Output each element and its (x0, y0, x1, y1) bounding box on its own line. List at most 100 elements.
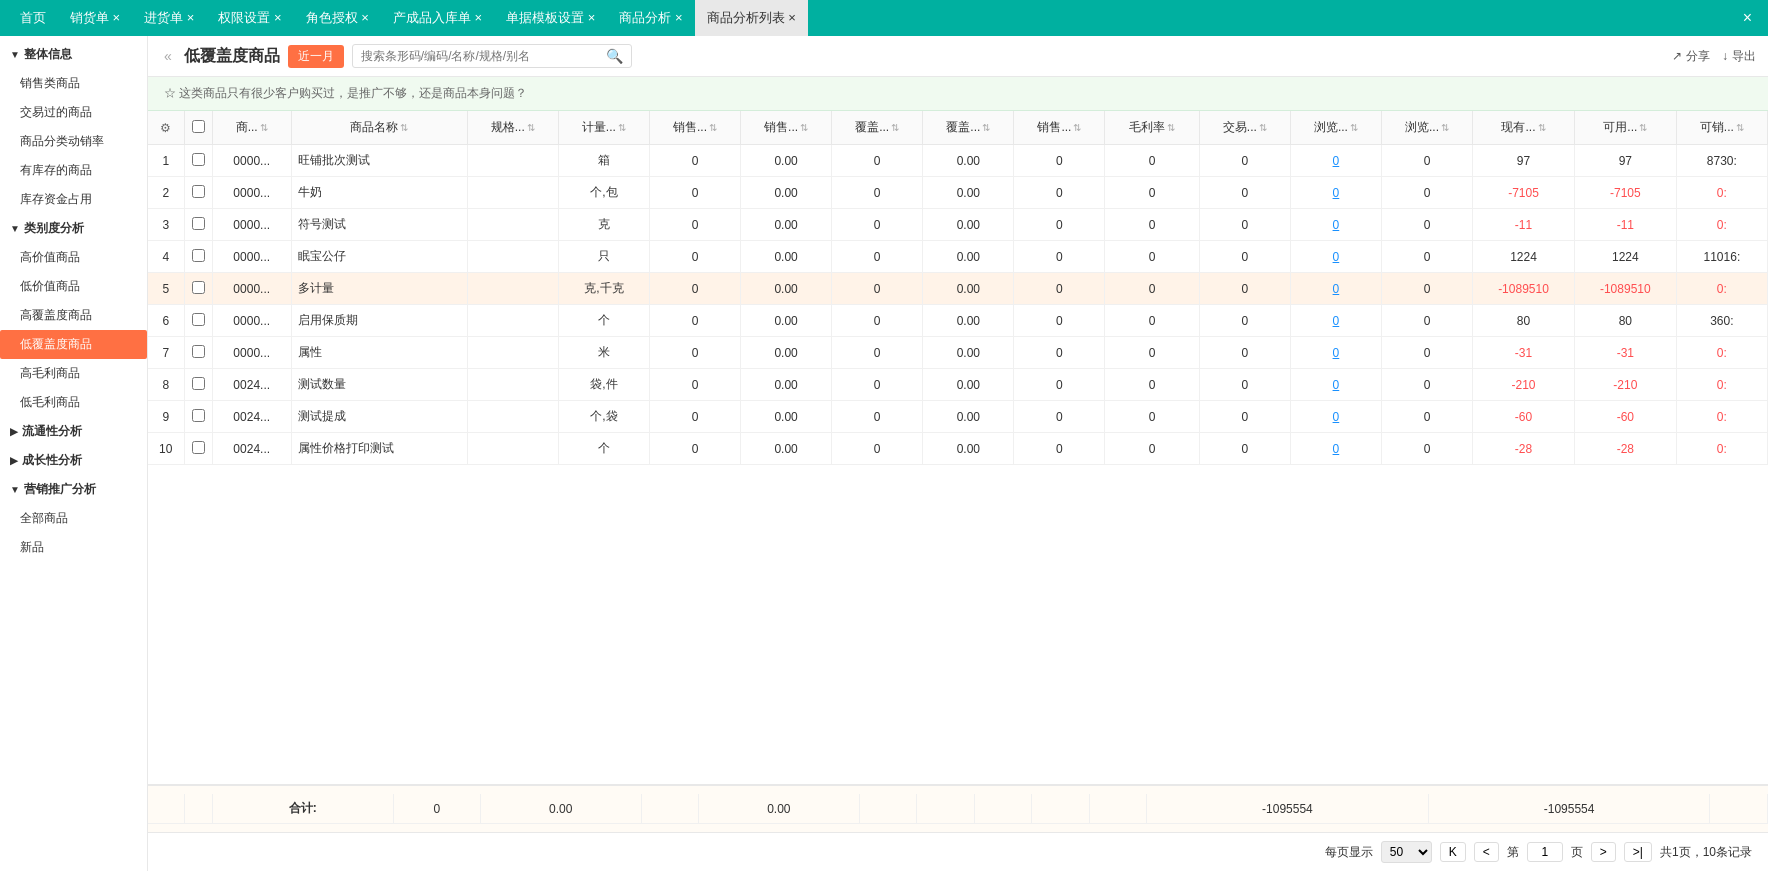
sidebar-section-growth[interactable]: ▶ 成长性分析 (0, 446, 147, 475)
row-checkbox[interactable] (192, 409, 205, 422)
close-all-button[interactable]: × (1735, 9, 1760, 27)
sidebar-section-marketing[interactable]: ▼ 营销推广分析 (0, 475, 147, 504)
row-sales-stat: 0 (1014, 369, 1105, 401)
row-browse1[interactable]: 0 (1290, 337, 1381, 369)
row-sales-qty: 0 (649, 305, 740, 337)
row-checkbox[interactable] (192, 441, 205, 454)
sidebar-item-new-goods[interactable]: 新品 (0, 533, 147, 562)
sidebar-item-low-coverage[interactable]: 低覆盖度商品 (0, 330, 147, 359)
row-checkbox[interactable] (192, 281, 205, 294)
col-sales-qty[interactable]: 销售...⇅ (649, 111, 740, 145)
col-code[interactable]: 商...⇅ (212, 111, 291, 145)
page-size-select[interactable]: 50 100 200 (1381, 841, 1432, 863)
col-spec[interactable]: 规格...⇅ (467, 111, 558, 145)
nav-role-auth[interactable]: 角色授权 × (294, 0, 381, 36)
row-browse1[interactable]: 0 (1290, 369, 1381, 401)
col-sellable[interactable]: 可销...⇅ (1676, 111, 1767, 145)
select-all-checkbox[interactable] (192, 120, 205, 133)
col-available-stock[interactable]: 可用...⇅ (1574, 111, 1676, 145)
sidebar-item-high-margin[interactable]: 高毛利商品 (0, 359, 147, 388)
col-browse1[interactable]: 浏览...⇅ (1290, 111, 1381, 145)
nav-home[interactable]: 首页 (8, 0, 58, 36)
row-cov2: 0.00 (923, 241, 1014, 273)
time-filter-button[interactable]: 近一月 (288, 45, 344, 68)
sidebar-item-high-coverage[interactable]: 高覆盖度商品 (0, 301, 147, 330)
row-spec (467, 401, 558, 433)
row-checkbox[interactable] (192, 249, 205, 262)
page-number-input[interactable] (1527, 842, 1563, 862)
row-code: 0024... (212, 433, 291, 465)
row-spec (467, 241, 558, 273)
sidebar-section-circulation[interactable]: ▶ 流通性分析 (0, 417, 147, 446)
col-gross-margin[interactable]: 毛利率⇅ (1105, 111, 1199, 145)
row-sales-amount: 0.00 (741, 241, 832, 273)
nav-template-settings[interactable]: 单据模板设置 × (494, 0, 607, 36)
sidebar-item-capital-usage[interactable]: 库存资金占用 (0, 185, 147, 214)
row-cov1: 0 (832, 177, 923, 209)
sidebar-item-category-rate[interactable]: 商品分类动销率 (0, 127, 147, 156)
row-browse1[interactable]: 0 (1290, 209, 1381, 241)
row-unit: 个,包 (558, 177, 649, 209)
col-unit[interactable]: 计量...⇅ (558, 111, 649, 145)
first-page-button[interactable]: K (1440, 842, 1466, 862)
row-browse1[interactable]: 0 (1290, 177, 1381, 209)
row-checkbox[interactable] (192, 217, 205, 230)
row-checkbox[interactable] (192, 153, 205, 166)
sidebar-collapse-button[interactable]: « (160, 48, 176, 64)
row-browse1[interactable]: 0 (1290, 305, 1381, 337)
sidebar-item-sales-goods[interactable]: 销售类商品 (0, 69, 147, 98)
row-name: 旺铺批次测试 (291, 145, 467, 177)
sidebar-item-low-value[interactable]: 低价值商品 (0, 272, 147, 301)
share-button[interactable]: ↗ 分享 (1672, 48, 1710, 65)
row-browse1[interactable]: 0 (1290, 433, 1381, 465)
nav-product-analysis-list[interactable]: 商品分析列表 × (695, 0, 808, 36)
col-sales-amount[interactable]: 销售...⇅ (741, 111, 832, 145)
row-browse1[interactable]: 0 (1290, 145, 1381, 177)
row-checkbox[interactable] (192, 345, 205, 358)
row-sales-amount: 0.00 (741, 305, 832, 337)
sort-icon-sales-qty: ⇅ (709, 122, 717, 133)
row-checkbox[interactable] (192, 377, 205, 390)
col-current-stock[interactable]: 现有...⇅ (1473, 111, 1575, 145)
nav-product-analysis[interactable]: 商品分析 × (607, 0, 694, 36)
row-checkbox[interactable] (192, 313, 205, 326)
row-current-stock: 97 (1473, 145, 1575, 177)
row-name: 符号测试 (291, 209, 467, 241)
col-trade[interactable]: 交易...⇅ (1199, 111, 1290, 145)
sidebar-item-stocked-goods[interactable]: 有库存的商品 (0, 156, 147, 185)
sidebar-section-overall[interactable]: ▼ 整体信息 (0, 40, 147, 69)
col-cov1[interactable]: 覆盖...⇅ (832, 111, 923, 145)
last-page-button[interactable]: >| (1624, 842, 1652, 862)
row-checkbox-cell (184, 273, 212, 305)
col-settings[interactable]: ⚙ (148, 111, 184, 145)
settings-icon[interactable]: ⚙ (160, 121, 171, 135)
sidebar-item-traded-goods[interactable]: 交易过的商品 (0, 98, 147, 127)
sidebar-section-category[interactable]: ▼ 类别度分析 (0, 214, 147, 243)
sidebar-item-all-goods[interactable]: 全部商品 (0, 504, 147, 533)
search-input[interactable] (361, 49, 606, 63)
nav-product-storage[interactable]: 产成品入库单 × (381, 0, 494, 36)
prev-page-button[interactable]: < (1474, 842, 1499, 862)
nav-permissions[interactable]: 权限设置 × (206, 0, 293, 36)
row-spec (467, 273, 558, 305)
row-browse1[interactable]: 0 (1290, 241, 1381, 273)
row-browse1[interactable]: 0 (1290, 273, 1381, 305)
export-button[interactable]: ↓ 导出 (1722, 48, 1756, 65)
col-browse2[interactable]: 浏览...⇅ (1381, 111, 1472, 145)
next-page-button[interactable]: > (1591, 842, 1616, 862)
row-checkbox[interactable] (192, 185, 205, 198)
row-browse1[interactable]: 0 (1290, 401, 1381, 433)
col-cov2[interactable]: 覆盖...⇅ (923, 111, 1014, 145)
row-sales-amount: 0.00 (741, 433, 832, 465)
table-row: 8 0024... 测试数量 袋,件 0 0.00 0 0.00 0 0 0 0… (148, 369, 1768, 401)
nav-sales[interactable]: 销货单 × (58, 0, 132, 36)
sidebar-item-high-value[interactable]: 高价值商品 (0, 243, 147, 272)
col-sales-stat[interactable]: 销售...⇅ (1014, 111, 1105, 145)
total-cov2: 0.00 (698, 794, 859, 824)
col-name[interactable]: 商品名称⇅ (291, 111, 467, 145)
page-title: 低覆盖度商品 (184, 46, 280, 67)
table-wrapper[interactable]: ⚙ 商...⇅ 商品名称⇅ 规格...⇅ 计量...⇅ 销售...⇅ 销售...… (148, 111, 1768, 784)
nav-purchase[interactable]: 进货单 × (132, 0, 206, 36)
sort-icon-available: ⇅ (1639, 122, 1647, 133)
sidebar-item-low-margin[interactable]: 低毛利商品 (0, 388, 147, 417)
